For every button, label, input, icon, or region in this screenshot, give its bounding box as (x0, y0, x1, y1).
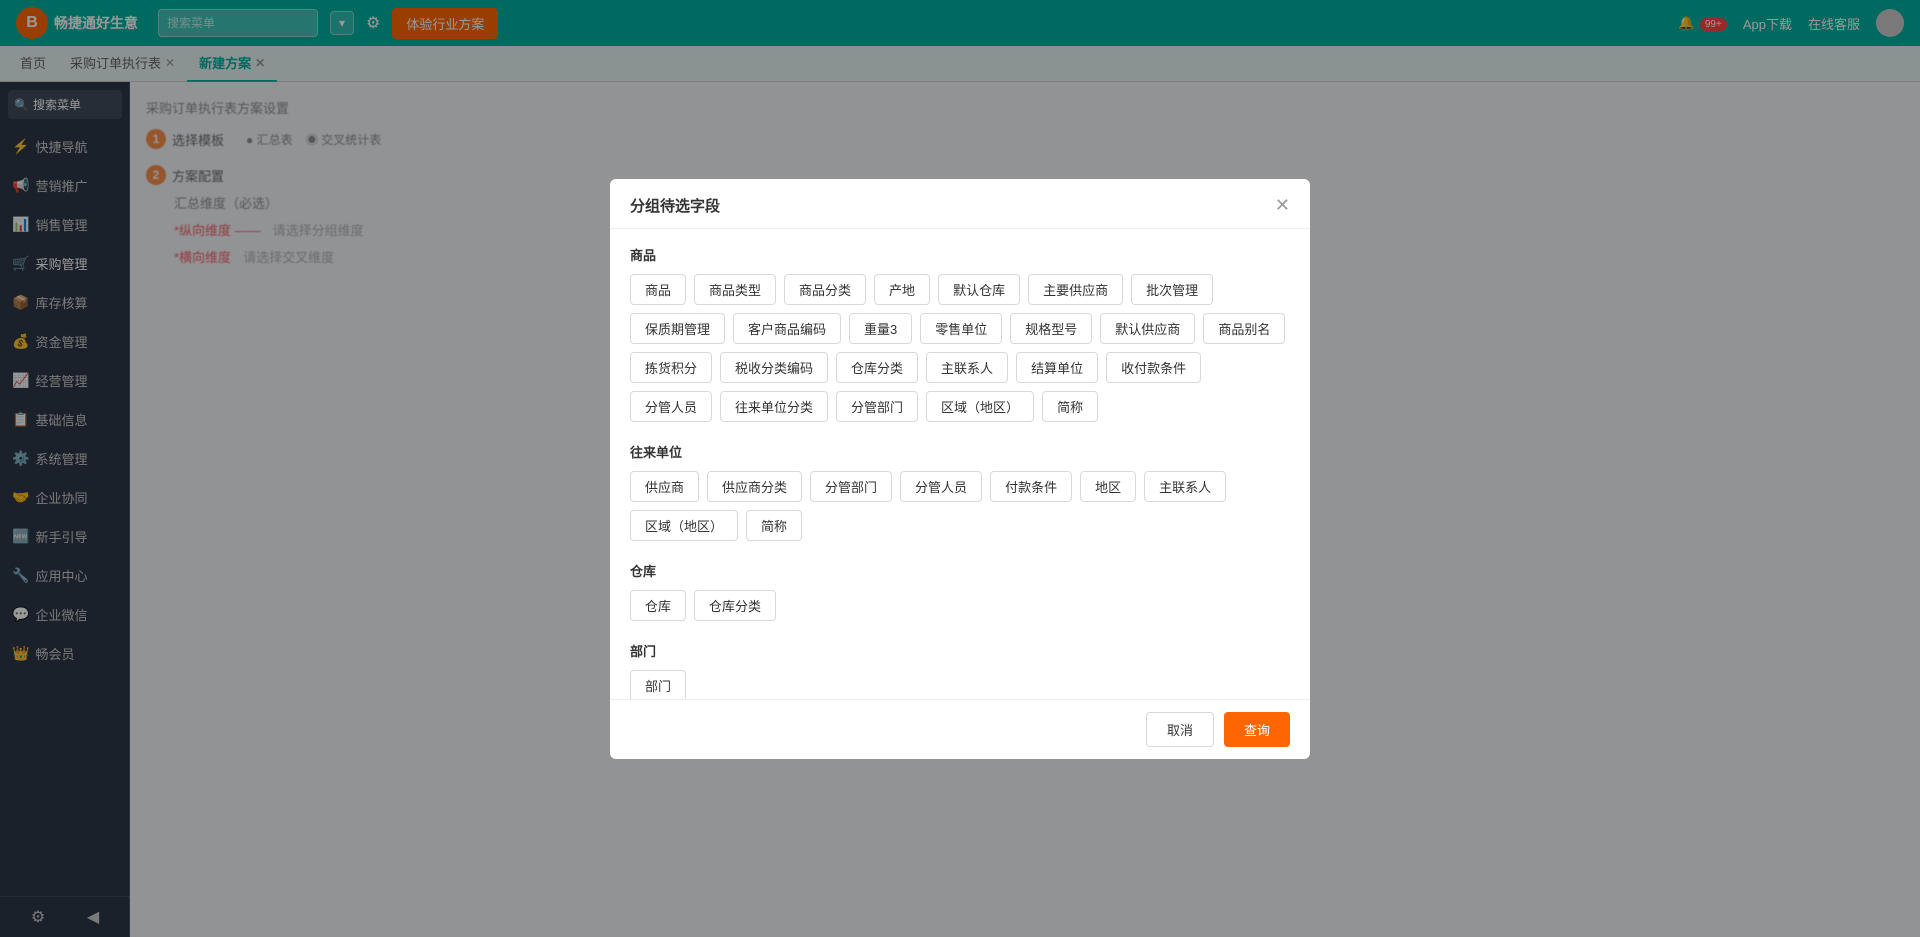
section-warehouse-title: 仓库 (630, 561, 1290, 580)
tag-batch-management[interactable]: 批次管理 (1131, 274, 1213, 305)
section-warehouse: 仓库 仓库 仓库分类 (630, 561, 1290, 621)
modal-footer: 取消 查询 (610, 699, 1310, 759)
tag-partner-payment[interactable]: 付款条件 (990, 471, 1072, 502)
tag-partner-dept[interactable]: 分管部门 (810, 471, 892, 502)
tag-weight3[interactable]: 重量3 (849, 313, 912, 344)
modal-body: 商品 商品 商品类型 商品分类 产地 默认仓库 主要供应商 批次管理 保质期管理… (610, 229, 1310, 699)
tag-default-warehouse[interactable]: 默认仓库 (938, 274, 1020, 305)
tag-default-supplier[interactable]: 默认供应商 (1100, 313, 1195, 344)
tag-goods-category[interactable]: 商品分类 (784, 274, 866, 305)
cancel-button[interactable]: 取消 (1146, 712, 1214, 747)
section-department-title: 部门 (630, 641, 1290, 660)
tag-supervisor[interactable]: 分管人员 (630, 391, 712, 422)
tag-customer-goods-code[interactable]: 客户商品编码 (733, 313, 841, 344)
tag-partner-category[interactable]: 往来单位分类 (720, 391, 828, 422)
tag-goods[interactable]: 商品 (630, 274, 686, 305)
tag-department[interactable]: 部门 (630, 670, 686, 699)
confirm-button[interactable]: 查询 (1224, 712, 1290, 747)
tag-origin[interactable]: 产地 (874, 274, 930, 305)
tag-supplier[interactable]: 供应商 (630, 471, 699, 502)
section-partner-title: 往来单位 (630, 442, 1290, 461)
tag-short-name[interactable]: 简称 (1042, 391, 1098, 422)
section-goods-title: 商品 (630, 245, 1290, 264)
tag-partner-short[interactable]: 简称 (746, 510, 802, 541)
tag-warehouse-cat[interactable]: 仓库分类 (694, 590, 776, 621)
modal-header: 分组待选字段 ✕ (610, 179, 1310, 229)
section-goods-tags: 商品 商品类型 商品分类 产地 默认仓库 主要供应商 批次管理 保质期管理 客户… (630, 274, 1290, 422)
tag-spec-model[interactable]: 规格型号 (1010, 313, 1092, 344)
section-department: 部门 部门 (630, 641, 1290, 699)
modal-close-button[interactable]: ✕ (1275, 195, 1290, 216)
tag-payment-terms[interactable]: 收付款条件 (1106, 352, 1201, 383)
modal-dialog: 分组待选字段 ✕ 商品 商品 商品类型 商品分类 产地 默认仓库 主要供应商 批… (610, 179, 1310, 759)
tag-partner-area[interactable]: 区域（地区） (630, 510, 738, 541)
tag-dept-in-charge[interactable]: 分管部门 (836, 391, 918, 422)
section-warehouse-tags: 仓库 仓库分类 (630, 590, 1290, 621)
tag-settlement-unit[interactable]: 结算单位 (1016, 352, 1098, 383)
modal-overlay: 分组待选字段 ✕ 商品 商品 商品类型 商品分类 产地 默认仓库 主要供应商 批… (0, 0, 1920, 937)
tag-pick-points[interactable]: 拣货积分 (630, 352, 712, 383)
tag-goods-alias[interactable]: 商品别名 (1203, 313, 1285, 344)
section-partner-tags: 供应商 供应商分类 分管部门 分管人员 付款条件 地区 主联系人 区域（地区） … (630, 471, 1290, 541)
tag-main-contact[interactable]: 主联系人 (926, 352, 1008, 383)
tag-partner-region[interactable]: 地区 (1080, 471, 1136, 502)
tag-region[interactable]: 区域（地区） (926, 391, 1034, 422)
tag-warehouse[interactable]: 仓库 (630, 590, 686, 621)
section-department-tags: 部门 (630, 670, 1290, 699)
modal-title: 分组待选字段 (630, 195, 720, 216)
tag-main-supplier[interactable]: 主要供应商 (1028, 274, 1123, 305)
tag-warehouse-category[interactable]: 仓库分类 (836, 352, 918, 383)
tag-supplier-category[interactable]: 供应商分类 (707, 471, 802, 502)
section-partner: 往来单位 供应商 供应商分类 分管部门 分管人员 付款条件 地区 主联系人 区域… (630, 442, 1290, 541)
tag-goods-type[interactable]: 商品类型 (694, 274, 776, 305)
tag-tax-code[interactable]: 税收分类编码 (720, 352, 828, 383)
tag-partner-person[interactable]: 分管人员 (900, 471, 982, 502)
section-goods: 商品 商品 商品类型 商品分类 产地 默认仓库 主要供应商 批次管理 保质期管理… (630, 245, 1290, 422)
tag-partner-contact[interactable]: 主联系人 (1144, 471, 1226, 502)
tag-expiry-management[interactable]: 保质期管理 (630, 313, 725, 344)
tag-retail-unit[interactable]: 零售单位 (920, 313, 1002, 344)
